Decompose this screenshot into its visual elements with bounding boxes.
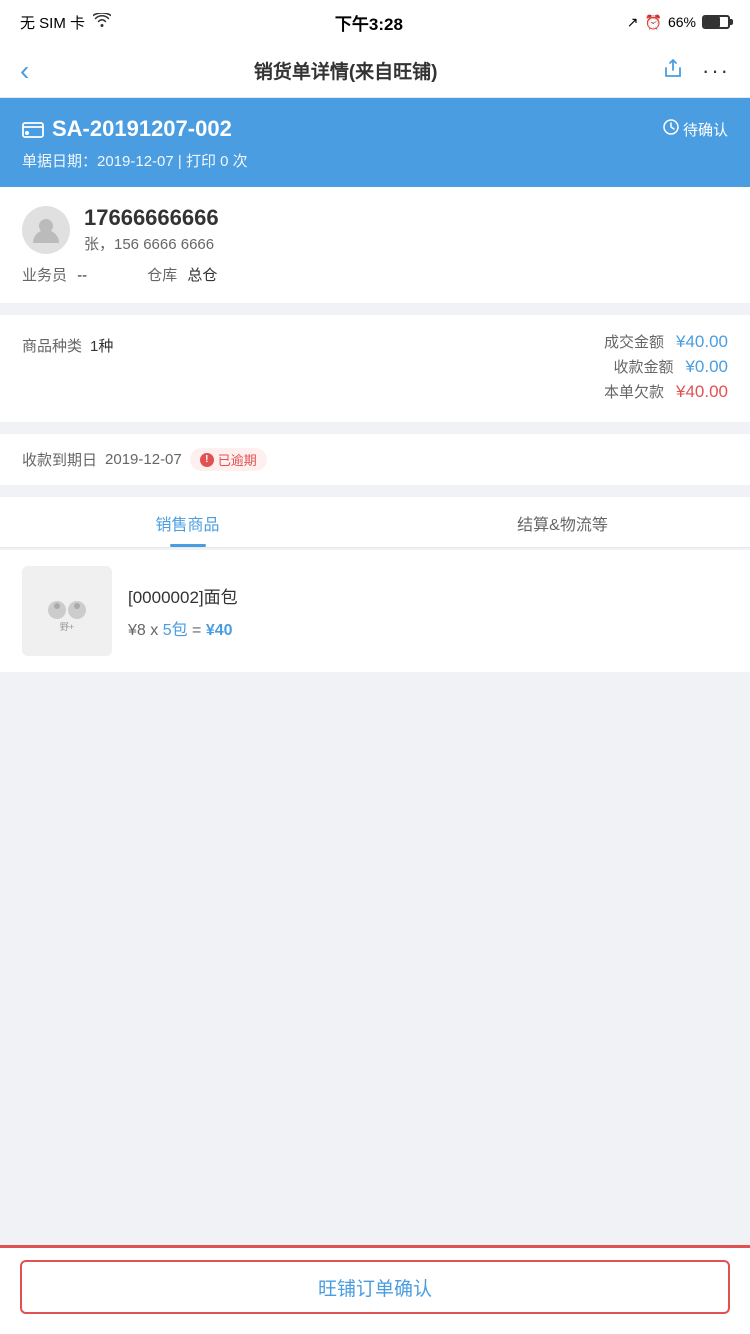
- product-card: 野+ [0000002]面包 ¥8 x 5包 = ¥40: [0, 550, 750, 672]
- content-area: [0, 672, 750, 952]
- nav-bar: ‹ 销货单详情(来自旺铺) ···: [0, 44, 750, 98]
- status-left: 无 SIM 卡: [20, 12, 111, 33]
- product-info: [0000002]面包 ¥8 x 5包 = ¥40: [128, 583, 728, 640]
- wifi-icon: [93, 13, 111, 31]
- received-row: 收款金额 ¥0.00: [604, 356, 728, 377]
- alarm-icon: ⏰: [645, 14, 662, 31]
- bottom-bar: 旺铺订单确认: [0, 1245, 750, 1334]
- product-thumbnail: 野+: [22, 566, 112, 656]
- location-icon: ↗: [627, 14, 639, 31]
- due-date-card: 收款到期日 2019-12-07 ! 已逾期: [0, 434, 750, 485]
- order-date: 单据日期：2019-12-07 | 打印 0 次: [22, 150, 728, 171]
- customer-name: 张，156 6666 6666: [84, 233, 219, 254]
- product-price: ¥8 x 5包 = ¥40: [128, 616, 728, 640]
- product-type-info: 商品种类 1种: [22, 331, 113, 356]
- due-date-value: 2019-12-07: [105, 451, 182, 468]
- tabs-bar: 销售商品 结算&物流等: [0, 497, 750, 548]
- tab-sales-products[interactable]: 销售商品: [0, 497, 375, 547]
- avatar: [22, 206, 70, 254]
- customer-card: 17666666666 张，156 6666 6666 业务员 -- 仓库 总仓: [0, 187, 750, 303]
- nav-actions: ···: [662, 58, 730, 84]
- stats-card: 商品种类 1种 成交金额 ¥40.00 收款金额 ¥0.00 本单欠款 ¥40.…: [0, 315, 750, 422]
- order-number: SA-20191207-002: [22, 116, 232, 142]
- clock-icon: [663, 119, 679, 139]
- status-bar: 无 SIM 卡 下午3:28 ↗ ⏰ 66%: [0, 0, 750, 44]
- amount-info: 成交金额 ¥40.00 收款金额 ¥0.00 本单欠款 ¥40.00: [604, 331, 728, 406]
- salesperson-info: 业务员 --: [22, 264, 87, 285]
- order-status: 待确认: [663, 119, 728, 140]
- confirm-order-button[interactable]: 旺铺订单确认: [20, 1260, 730, 1314]
- overdue-badge: ! 已逾期: [190, 448, 267, 471]
- tab-settlement[interactable]: 结算&物流等: [375, 497, 750, 547]
- customer-info: 17666666666 张，156 6666 6666: [84, 205, 219, 254]
- svg-text:野+: 野+: [60, 622, 74, 632]
- battery-text: 66%: [668, 14, 696, 30]
- overdue-text: 已逾期: [218, 450, 257, 469]
- more-button[interactable]: ···: [702, 58, 730, 84]
- status-time: 下午3:28: [335, 10, 403, 35]
- overdue-icon: !: [200, 453, 214, 467]
- warehouse-info: 仓库 总仓: [147, 264, 217, 285]
- battery-icon: [702, 15, 730, 29]
- due-date-label: 收款到期日: [22, 449, 97, 470]
- owing-row: 本单欠款 ¥40.00: [604, 381, 728, 402]
- customer-meta: 业务员 -- 仓库 总仓: [22, 264, 728, 285]
- carrier-text: 无 SIM 卡: [20, 12, 85, 33]
- order-header: SA-20191207-002 待确认 单据日期：2019-12-07 | 打印…: [0, 98, 750, 187]
- amount-row: 成交金额 ¥40.00: [604, 331, 728, 352]
- product-name: [0000002]面包: [128, 583, 728, 608]
- page-title: 销货单详情(来自旺铺): [254, 57, 438, 84]
- share-button[interactable]: [662, 58, 682, 84]
- customer-phone: 17666666666: [84, 205, 219, 231]
- status-right: ↗ ⏰ 66%: [627, 14, 730, 31]
- back-button[interactable]: ‹: [20, 57, 29, 85]
